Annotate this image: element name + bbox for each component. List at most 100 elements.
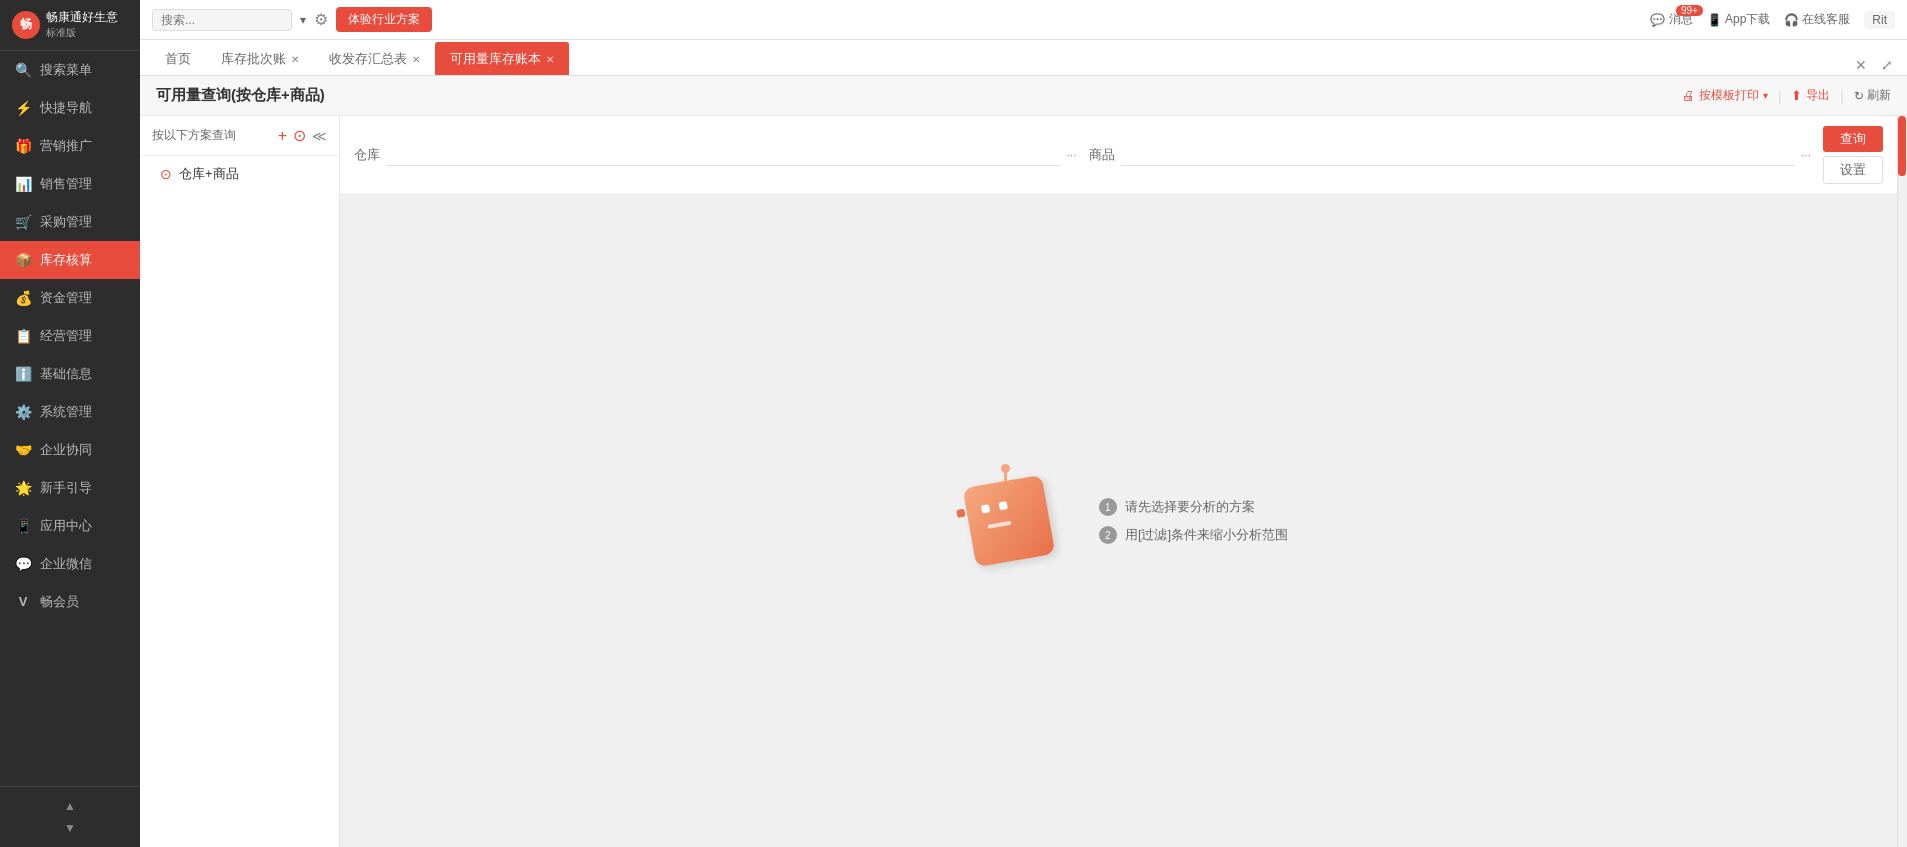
basics-icon: ℹ️ [14, 366, 32, 382]
service-icon: 🎧 [1784, 13, 1799, 27]
sidebar-item-label: 库存核算 [40, 251, 92, 269]
app-edition: 标准版 [46, 26, 118, 40]
tab-home[interactable]: 首页 [150, 42, 206, 75]
divider2: | [1840, 88, 1844, 104]
warehouse-input[interactable] [386, 144, 1060, 166]
empty-state: 1 请先选择要分析的方案 2 用[过滤]条件来缩小分析范围 [340, 195, 1897, 847]
hint-text-2: 用[过滤]条件来缩小分析范围 [1125, 526, 1288, 544]
warehouse-more-btn[interactable]: ··· [1066, 148, 1076, 162]
sidebar-item-shortcut[interactable]: ⚡ 快捷导航 [0, 89, 140, 127]
filter-item-warehouse-goods[interactable]: ⊙ 仓库+商品 [140, 156, 339, 192]
sidebar-item-search[interactable]: 🔍 搜索菜单 [0, 51, 140, 89]
app-info: 畅康通好生意 标准版 [46, 10, 118, 40]
export-label: 导出 [1806, 87, 1830, 104]
query-settings-btn[interactable]: 设置 [1823, 156, 1883, 184]
sidebar-item-basics[interactable]: ℹ️ 基础信息 [0, 355, 140, 393]
tab-batch-close[interactable]: ✕ [291, 54, 299, 65]
shortcut-icon: ⚡ [14, 100, 32, 116]
empty-hints: 1 请先选择要分析的方案 2 用[过滤]条件来缩小分析范围 [1099, 498, 1288, 544]
tab-available[interactable]: 可用量库存账本 ✕ [435, 42, 569, 75]
tab-summary[interactable]: 收发存汇总表 ✕ [314, 42, 435, 75]
sidebar-item-label: 应用中心 [40, 517, 92, 535]
purchase-icon: 🛒 [14, 214, 32, 230]
app-name: 畅康通好生意 [46, 10, 118, 26]
sidebar-header: 畅 畅康通好生意 标准版 [0, 0, 140, 51]
sidebar-item-label: 销售管理 [40, 175, 92, 193]
sidebar-item-inventory[interactable]: 📦 库存核算 [0, 241, 140, 279]
sidebar-item-label: 基础信息 [40, 365, 92, 383]
tab-batch-label: 库存批次账 [221, 50, 286, 68]
query-search-btn[interactable]: 查询 [1823, 126, 1883, 152]
tab-summary-close[interactable]: ✕ [412, 54, 420, 65]
topbar-dropdown-btn[interactable]: ▾ [300, 13, 306, 27]
tab-available-label: 可用量库存账本 [450, 50, 541, 68]
sidebar-item-collab[interactable]: 🤝 企业协同 [0, 431, 140, 469]
page-title: 可用量查询(按仓库+商品) [156, 86, 325, 105]
sidebar-scroll-up[interactable]: ▼ [0, 817, 140, 839]
tabs-close-window-btn[interactable]: ✕ [1851, 55, 1871, 75]
topbar-gear-icon[interactable]: ⚙ [314, 10, 328, 29]
sidebar-item-finance[interactable]: 💰 资金管理 [0, 279, 140, 317]
scrollbar-thumb[interactable] [1898, 116, 1906, 176]
sidebar-item-member[interactable]: V 畅会员 [0, 583, 140, 621]
topbar-message-btn[interactable]: 💬 消息 99+ [1650, 11, 1693, 28]
filter-item-icon: ⊙ [160, 166, 172, 182]
topbar-app-btn[interactable]: 📱 App下载 [1707, 11, 1770, 28]
service-label: 在线客服 [1802, 11, 1850, 28]
refresh-btn[interactable]: ↻ 刷新 [1854, 87, 1891, 104]
robot-illustration [963, 475, 1056, 568]
tab-summary-label: 收发存汇总表 [329, 50, 407, 68]
print-dropdown-icon[interactable]: ▾ [1763, 90, 1768, 101]
page-header: 可用量查询(按仓库+商品) 🖨 按模板打印 ▾ | ⬆ 导出 | ↻ 刷新 [140, 76, 1907, 116]
print-btn[interactable]: 🖨 按模板打印 ▾ [1682, 87, 1768, 104]
empty-illustration [949, 461, 1069, 581]
tab-available-close[interactable]: ✕ [546, 54, 554, 65]
tabs-bar: 首页 库存批次账 ✕ 收发存汇总表 ✕ 可用量库存账本 ✕ ✕ ⤢ [140, 40, 1907, 76]
tab-home-label: 首页 [165, 50, 191, 68]
sidebar-item-purchase[interactable]: 🛒 采购管理 [0, 203, 140, 241]
sidebar-scroll-down[interactable]: ▲ [0, 795, 140, 817]
sidebar-item-system[interactable]: ⚙️ 系统管理 [0, 393, 140, 431]
message-badge: 99+ [1676, 5, 1703, 16]
sidebar-item-appcenter[interactable]: 📱 应用中心 [0, 507, 140, 545]
filter-collapse-btn[interactable]: ≪ [312, 128, 327, 144]
export-btn[interactable]: ⬆ 导出 [1791, 87, 1830, 104]
tabs-expand-btn[interactable]: ⤢ [1877, 55, 1897, 75]
main-area: ▾ ⚙ 体验行业方案 💬 消息 99+ 📱 App下载 🎧 在线客服 Rit [140, 0, 1907, 847]
robot-mouth [987, 521, 1011, 529]
topbar-search-input[interactable] [152, 9, 292, 31]
goods-more-btn[interactable]: ··· [1801, 148, 1811, 162]
sidebar-item-sales[interactable]: 📊 销售管理 [0, 165, 140, 203]
sidebar-item-marketing[interactable]: 🎁 营销推广 [0, 127, 140, 165]
topbar-user-btn[interactable]: Rit [1864, 11, 1895, 29]
sidebar-item-guide[interactable]: 🌟 新手引导 [0, 469, 140, 507]
tab-batch[interactable]: 库存批次账 ✕ [206, 42, 314, 75]
filter-item-label: 仓库+商品 [179, 165, 239, 183]
operations-icon: 📋 [14, 328, 32, 344]
filter-settings-btn[interactable]: ⊙ [293, 126, 306, 145]
filter-add-btn[interactable]: + [278, 127, 287, 145]
right-scrollbar[interactable] [1897, 116, 1907, 847]
tabs-right: ✕ ⤢ [1851, 55, 1897, 75]
sales-icon: 📊 [14, 176, 32, 192]
warehouse-field: 仓库 ··· [354, 144, 1077, 166]
robot-eye-left [981, 504, 990, 513]
filter-action-buttons: + ⊙ ≪ [278, 126, 327, 145]
sidebar-item-label: 企业微信 [40, 555, 92, 573]
print-label: 按模板打印 [1699, 87, 1759, 104]
filter-title: 按以下方案查询 [152, 127, 236, 144]
topbar-service-btn[interactable]: 🎧 在线客服 [1784, 11, 1850, 28]
sidebar-item-label: 经营管理 [40, 327, 92, 345]
topbar: ▾ ⚙ 体验行业方案 💬 消息 99+ 📱 App下载 🎧 在线客服 Rit [140, 0, 1907, 40]
topbar-right: 💬 消息 99+ 📱 App下载 🎧 在线客服 Rit [1650, 11, 1895, 29]
robot-ear [956, 509, 965, 518]
sidebar-item-label: 营销推广 [40, 137, 92, 155]
refresh-icon: ↻ [1854, 89, 1864, 103]
finance-icon: 💰 [14, 290, 32, 306]
goods-input[interactable] [1121, 144, 1795, 166]
content-area: 按以下方案查询 + ⊙ ≪ ⊙ 仓库+商品 仓库 ··· [140, 116, 1907, 847]
sidebar-item-wxwork[interactable]: 💬 企业微信 [0, 545, 140, 583]
sidebar-item-operations[interactable]: 📋 经营管理 [0, 317, 140, 355]
industry-btn[interactable]: 体验行业方案 [336, 7, 432, 32]
empty-hint-2: 2 用[过滤]条件来缩小分析范围 [1099, 526, 1288, 544]
